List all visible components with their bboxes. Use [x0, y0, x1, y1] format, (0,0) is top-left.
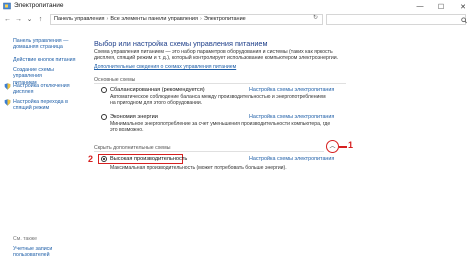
power-options-icon: [3, 2, 11, 10]
sidebar-link-display-off[interactable]: Настройка отключения дисплея: [13, 83, 81, 96]
search-icon: [461, 17, 467, 24]
balanced-plan-name[interactable]: Сбалансированная (рекомендуется): [110, 87, 205, 93]
shield-icon: [4, 99, 11, 106]
breadcrumb-all-items[interactable]: Все элементы панели управления: [110, 16, 198, 22]
title-bar: Электропитание — ☐ ✕: [0, 0, 474, 13]
shield-icon: [4, 83, 11, 90]
high-performance-plan-description: Максимальная производительность (может п…: [110, 165, 287, 171]
search-input[interactable]: [326, 14, 467, 25]
close-button[interactable]: ✕: [454, 0, 472, 13]
breadcrumb-separator: ›: [106, 16, 109, 22]
power-saver-plan-name[interactable]: Экономия энергии: [110, 114, 158, 120]
refresh-icon[interactable]: ↻: [313, 14, 318, 21]
intro-line: дисплея, спящий режим и т. д.), который …: [94, 55, 339, 62]
high-performance-plan-name[interactable]: Высокая производительность: [110, 156, 187, 162]
power-saver-plan-radio[interactable]: [101, 114, 107, 120]
sidebar: Панель управления — домашняя страница Де…: [0, 26, 82, 267]
maximize-button[interactable]: ☐: [432, 0, 450, 13]
balanced-plan-radio[interactable]: [101, 87, 107, 93]
high-performance-plan-radio[interactable]: [101, 156, 107, 162]
sidebar-link-label: дисплея: [13, 89, 34, 96]
sidebar-link-label: Создание схемы управления: [13, 67, 54, 80]
minimize-button[interactable]: —: [411, 0, 429, 13]
power-saver-plan-description: Минимальное энергопотребление за счет ум…: [110, 121, 330, 134]
recent-dropdown-icon[interactable]: ⌄: [25, 15, 34, 24]
up-icon[interactable]: ↑: [36, 15, 45, 24]
see-also-heading: См. также: [13, 236, 38, 242]
sidebar-link-home[interactable]: Панель управления — домашняя страница: [13, 38, 81, 51]
page-title: Выбор или настройка схемы управления пит…: [94, 39, 268, 48]
annotation-marker-2: 2: [88, 154, 94, 164]
collapse-additional-plans-button[interactable]: ︿: [326, 140, 339, 153]
breadcrumb-power[interactable]: Электропитание: [204, 16, 246, 22]
breadcrumb-separator: ›: [199, 16, 202, 22]
sidebar-link-user-accounts[interactable]: Учетные записи пользователей: [13, 246, 52, 259]
high-performance-plan-settings-link[interactable]: Настройка схемы электропитания: [249, 156, 334, 162]
annotation-arrow-line: [339, 146, 347, 148]
sidebar-link-label: домашняя страница: [13, 44, 63, 51]
section-divider: [94, 83, 346, 84]
balanced-plan-settings-link[interactable]: Настройка схемы электропитания: [249, 87, 334, 93]
annotation-marker-1: 1: [348, 140, 354, 150]
back-icon[interactable]: ←: [3, 15, 12, 24]
sidebar-link-buttons-action[interactable]: Действие кнопок питания: [13, 57, 81, 63]
power-saver-plan-settings-link[interactable]: Настройка схемы электропитания: [249, 114, 334, 120]
chevron-up-icon: ︿: [329, 143, 336, 150]
forward-icon[interactable]: →: [14, 15, 23, 24]
balanced-plan-description: Автоматическое соблюдение баланса между …: [110, 94, 350, 106]
section-divider: [94, 151, 324, 152]
sidebar-link-label: пользователей: [13, 252, 50, 259]
intro-text: Схема управления питанием — это набор па…: [94, 49, 354, 61]
window-title: Электропитание: [14, 2, 64, 9]
address-bar[interactable]: Панель управления › Все элементы панели уп…: [50, 14, 323, 25]
sidebar-link-sleep[interactable]: Настройка перехода в спящий режим: [13, 99, 81, 112]
learn-more-link[interactable]: Дополнительные сведения о схемах управле…: [94, 64, 236, 70]
sidebar-link-label: спящий режим: [13, 105, 50, 112]
plan-desc-line: это возможно.: [110, 127, 144, 134]
breadcrumb-control-panel[interactable]: Панель управления: [54, 16, 105, 22]
plan-desc-line: на пригодном для этого оборудовании.: [110, 100, 203, 107]
